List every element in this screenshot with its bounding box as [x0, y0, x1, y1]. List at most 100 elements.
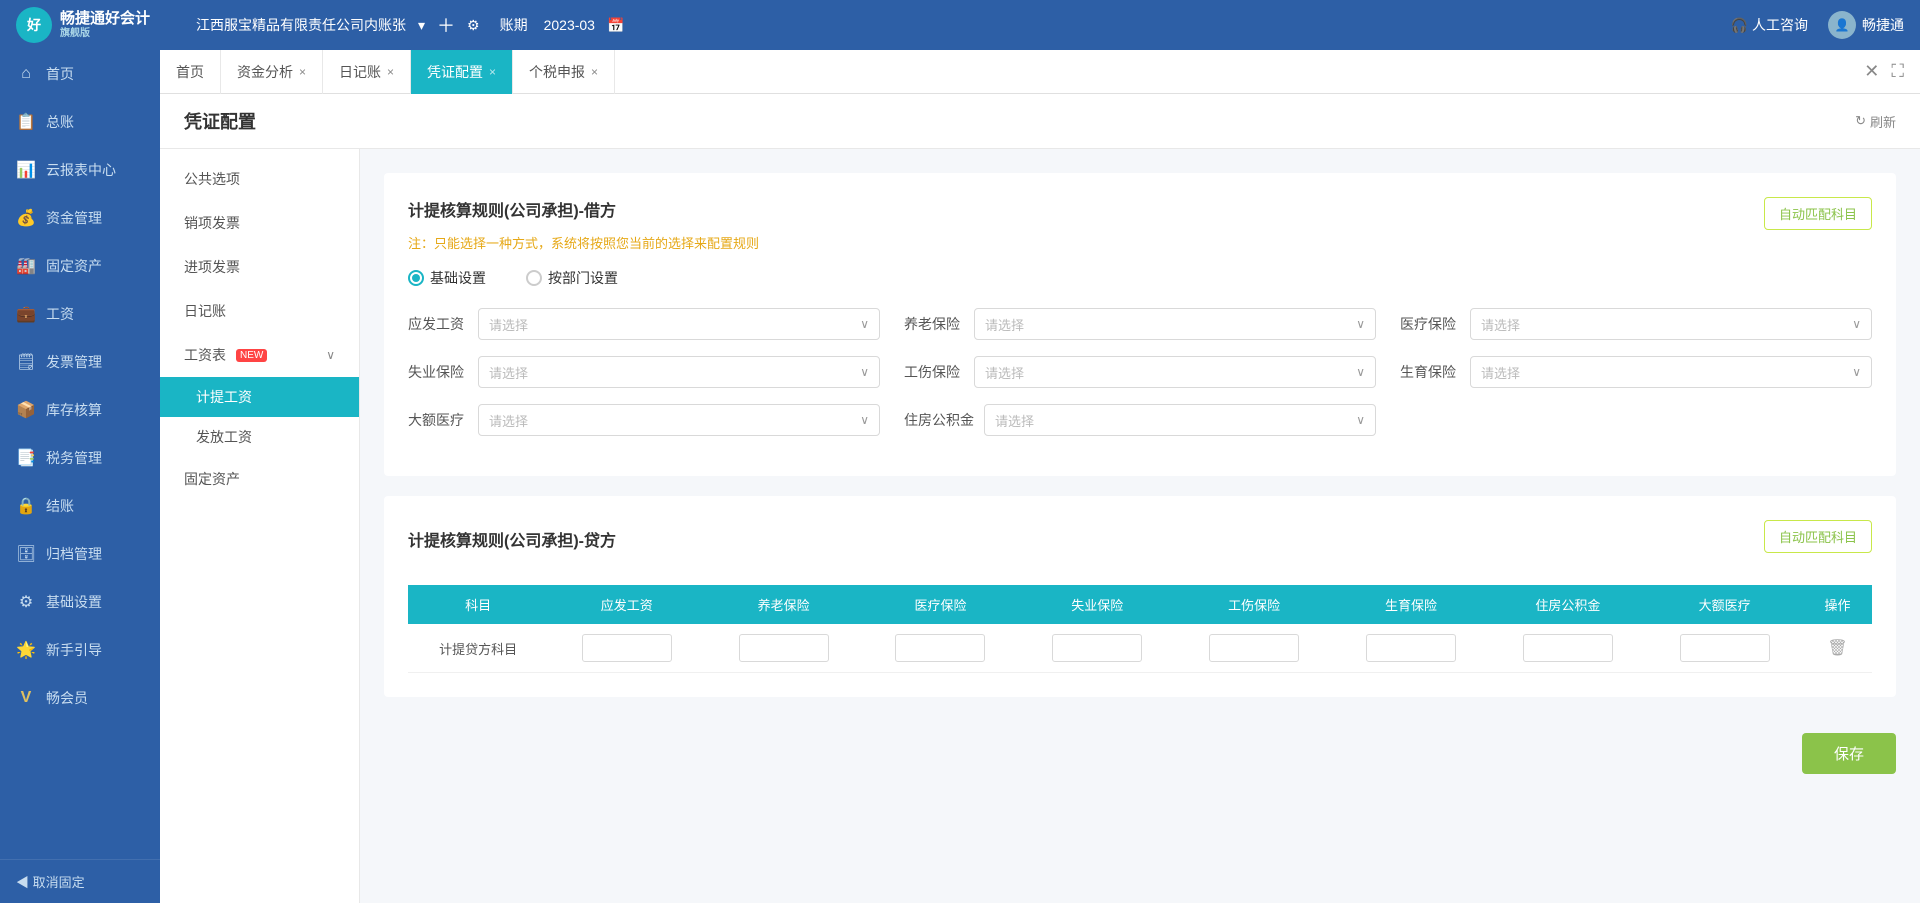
zhu-fang-placeholder: 请选择 — [995, 411, 1034, 430]
row-yi-liao[interactable] — [862, 624, 1019, 673]
gong-shang-input[interactable] — [1209, 634, 1299, 662]
maximize-icon[interactable]: ⛶ — [1891, 61, 1904, 82]
sidebar-item-label: 首页 — [46, 64, 74, 84]
yang-lao-select[interactable]: 请选择 ∨ — [974, 308, 1376, 340]
radio-by-dept[interactable]: 按部门设置 — [526, 268, 618, 288]
sub-sidebar-pay-salary[interactable]: 发放工资 — [160, 417, 359, 457]
purchase-invoice-label: 进项发票 — [184, 259, 240, 275]
sidebar-item-label: 基础设置 — [46, 592, 102, 612]
credit-auto-match-button[interactable]: 自动匹配科目 — [1764, 520, 1872, 553]
row-zhu-fang[interactable] — [1489, 624, 1646, 673]
form-item-sheng-yu: 生育保险 请选择 ∨ — [1400, 356, 1872, 388]
settings-icon[interactable]: ⚙ — [467, 17, 480, 34]
sidebar-item-tax[interactable]: 📑 税务管理 — [0, 434, 160, 482]
row-da-e[interactable] — [1646, 624, 1803, 673]
headset-icon: 🎧 — [1731, 17, 1748, 34]
sub-sidebar-purchase-invoice[interactable]: 进项发票 — [160, 245, 359, 289]
calendar-icon[interactable]: 📅 — [607, 17, 624, 34]
shi-ye-label: 失业保险 — [408, 362, 468, 382]
ying-fa-input[interactable] — [582, 634, 672, 662]
sheng-yu-input[interactable] — [1366, 634, 1456, 662]
guide-icon: 🌟 — [16, 640, 36, 660]
yi-liao-select[interactable]: 请选择 ∨ — [1470, 308, 1872, 340]
company-name: 江西服宝精品有限责任公司内账张 — [196, 15, 406, 35]
row-shi-ye[interactable] — [1019, 624, 1176, 673]
form-item-da-e: 大额医疗 请选择 ∨ — [408, 404, 880, 436]
tab-journal-label: 日记账 — [339, 62, 381, 82]
cancel-fix-button[interactable]: ◀ 取消固定 — [0, 859, 160, 903]
sidebar-item-archive[interactable]: 🗄 归档管理 — [0, 530, 160, 578]
sheng-yu-select[interactable]: 请选择 ∨ — [1470, 356, 1872, 388]
sub-sidebar-salary-table[interactable]: 工资表 NEW ∨ — [160, 333, 359, 377]
sales-invoice-label: 销项发票 — [184, 215, 240, 231]
add-icon[interactable]: ＋ — [437, 12, 455, 38]
sidebar-item-salary[interactable]: 💼 工资 — [0, 290, 160, 338]
sidebar-item-settings[interactable]: ⚙ 基础设置 — [0, 578, 160, 626]
shi-ye-select[interactable]: 请选择 ∨ — [478, 356, 880, 388]
close-all-icon[interactable]: ✕ — [1864, 61, 1879, 82]
main-layout: ⌂ 首页 📋 总账 📊 云报表中心 💰 资金管理 🏭 固定资产 💼 工资 🗒 发… — [0, 50, 1920, 903]
close-fund-analysis-icon[interactable]: × — [299, 65, 306, 79]
close-tax-report-icon[interactable]: × — [591, 65, 598, 79]
row-gong-shang[interactable] — [1176, 624, 1333, 673]
sidebar-item-closing[interactable]: 🔒 结账 — [0, 482, 160, 530]
sidebar-item-home[interactable]: ⌂ 首页 — [0, 50, 160, 98]
page-header: 凭证配置 ↻ 刷新 — [160, 94, 1920, 149]
sidebar-item-invoice[interactable]: 🗒 发票管理 — [0, 338, 160, 386]
sidebar-item-assets[interactable]: 🏭 固定资产 — [0, 242, 160, 290]
delete-row-icon[interactable]: 🗑 — [1827, 640, 1847, 657]
sidebar-item-label: 结账 — [46, 496, 74, 516]
close-journal-icon[interactable]: × — [387, 65, 394, 79]
tab-home-label: 首页 — [176, 62, 204, 82]
top-bar: 好 畅捷通好会计 旗舰版 江西服宝精品有限责任公司内账张 ▾ ＋ ⚙ 账期 20… — [0, 0, 1920, 50]
sidebar-item-ledger[interactable]: 📋 总账 — [0, 98, 160, 146]
col-da-e: 大额医疗 — [1646, 585, 1803, 624]
dropdown-arrow-icon[interactable]: ▾ — [418, 17, 425, 34]
tab-home[interactable]: 首页 — [160, 50, 221, 94]
tab-journal[interactable]: 日记账 × — [323, 50, 411, 94]
row-sheng-yu[interactable] — [1333, 624, 1490, 673]
credit-table: 科目 应发工资 养老保险 医疗保险 失业保险 工伤保险 生育保险 住房公积金 大 — [408, 585, 1872, 673]
col-subject: 科目 — [408, 585, 548, 624]
shi-ye-input[interactable] — [1052, 634, 1142, 662]
shi-ye-dropdown-icon: ∨ — [860, 365, 869, 379]
tab-bar: 首页 资金分析 × 日记账 × 凭证配置 × 个税申报 × ✕ ⛶ — [160, 50, 1920, 94]
sheng-yu-label: 生育保险 — [1400, 362, 1460, 382]
yi-liao-input[interactable] — [895, 634, 985, 662]
cancel-fix-label: ◀ 取消固定 — [16, 872, 85, 891]
tab-voucher-config[interactable]: 凭证配置 × — [411, 50, 513, 94]
sidebar-item-guide[interactable]: 🌟 新手引导 — [0, 626, 160, 674]
da-e-input[interactable] — [1680, 634, 1770, 662]
row-yang-lao[interactable] — [705, 624, 862, 673]
refresh-button[interactable]: ↻ 刷新 — [1855, 112, 1896, 131]
sidebar-item-vip[interactable]: V 畅会员 — [0, 674, 160, 722]
new-badge: NEW — [236, 349, 267, 362]
sub-sidebar-public-options[interactable]: 公共选项 — [160, 157, 359, 201]
user-info[interactable]: 👤 畅捷通 — [1828, 11, 1904, 39]
tab-tax-report[interactable]: 个税申报 × — [513, 50, 615, 94]
row-ying-fa[interactable] — [548, 624, 705, 673]
sidebar-item-label: 新手引导 — [46, 640, 102, 660]
sub-sidebar-fixed-assets[interactable]: 固定资产 — [160, 457, 359, 501]
save-button[interactable]: 保存 — [1802, 733, 1896, 774]
gong-shang-select[interactable]: 请选择 ∨ — [974, 356, 1376, 388]
sub-sidebar-journal[interactable]: 日记账 — [160, 289, 359, 333]
close-voucher-config-icon[interactable]: × — [489, 65, 496, 79]
ying-fa-select[interactable]: 请选择 ∨ — [478, 308, 880, 340]
zhu-fang-input[interactable] — [1523, 634, 1613, 662]
sub-sidebar-accrual-salary[interactable]: 计提工资 — [160, 377, 359, 417]
support-button[interactable]: 🎧 人工咨询 — [1731, 15, 1808, 35]
debit-auto-match-button[interactable]: 自动匹配科目 — [1764, 197, 1872, 230]
col-gong-shang: 工伤保险 — [1176, 585, 1333, 624]
yang-lao-input[interactable] — [739, 634, 829, 662]
sidebar-item-inventory[interactable]: 📦 库存核算 — [0, 386, 160, 434]
sidebar-item-funds[interactable]: 💰 资金管理 — [0, 194, 160, 242]
tab-fund-analysis[interactable]: 资金分析 × — [221, 50, 323, 94]
da-e-select[interactable]: 请选择 ∨ — [478, 404, 880, 436]
zhu-fang-select[interactable]: 请选择 ∨ — [984, 404, 1376, 436]
sub-sidebar-sales-invoice[interactable]: 销项发票 — [160, 201, 359, 245]
sidebar-item-label: 畅会员 — [46, 688, 88, 708]
row-action[interactable]: 🗑 — [1803, 624, 1872, 673]
radio-basic-setup[interactable]: 基础设置 — [408, 268, 486, 288]
sidebar-item-reports[interactable]: 📊 云报表中心 — [0, 146, 160, 194]
